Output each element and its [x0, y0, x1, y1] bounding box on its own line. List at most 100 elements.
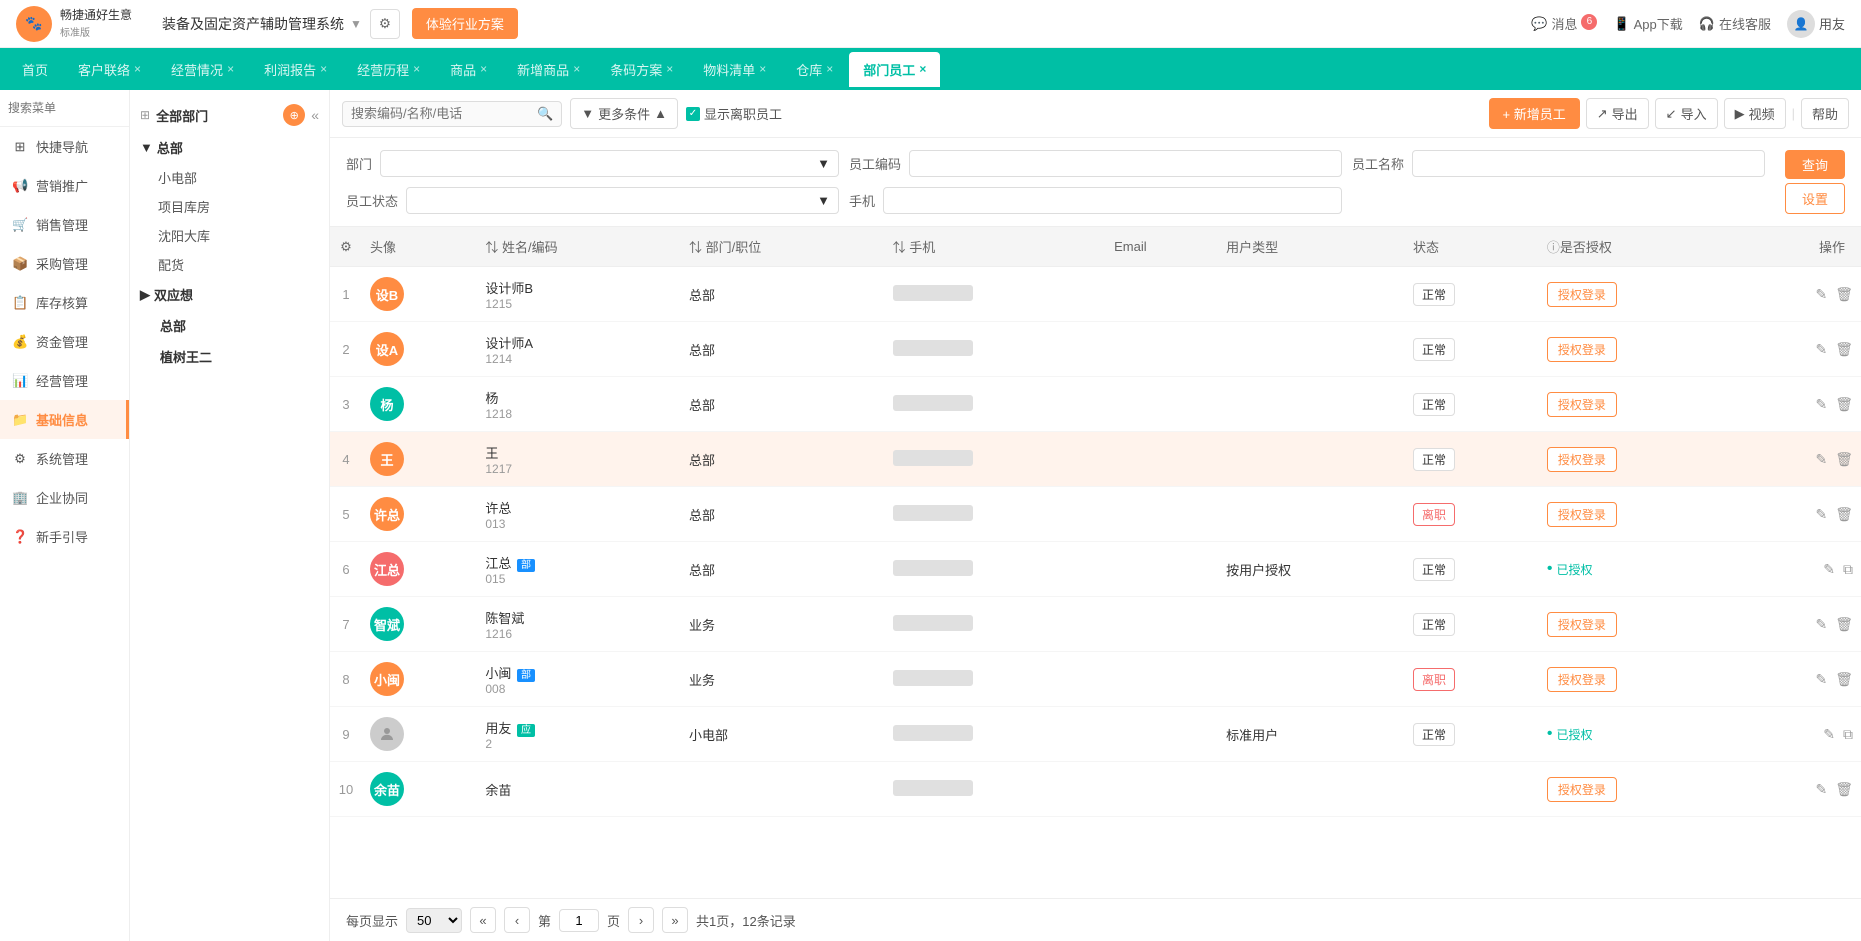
- search-button[interactable]: 查询: [1785, 150, 1845, 179]
- close-icon[interactable]: ×: [413, 62, 420, 76]
- online-service-group[interactable]: 🎧 在线客服: [1699, 14, 1771, 33]
- col-name[interactable]: ⇅ 姓名/编码: [477, 227, 681, 267]
- delete-button[interactable]: 🗑: [1835, 506, 1853, 523]
- tab-new-goods[interactable]: 新增商品 ×: [503, 52, 594, 87]
- sidebar-item-basic-info[interactable]: 📁 基础信息: [0, 400, 129, 439]
- auth-button[interactable]: 授权登录: [1547, 502, 1617, 527]
- message-group[interactable]: 💬 消息 6: [1531, 14, 1597, 33]
- edit-button[interactable]: ✎: [1815, 671, 1827, 688]
- edit-button[interactable]: ✎: [1815, 616, 1827, 633]
- edit-button[interactable]: ✎: [1815, 286, 1827, 303]
- sidebar-item-purchase[interactable]: 📦 采购管理: [0, 244, 129, 283]
- tab-history[interactable]: 经营历程 ×: [343, 52, 434, 87]
- close-icon[interactable]: ×: [666, 62, 673, 76]
- tab-materials[interactable]: 物料清单 ×: [689, 52, 780, 87]
- sidebar-item-quick-nav[interactable]: ⊞ 快捷导航: [0, 127, 129, 166]
- auth-button[interactable]: 授权登录: [1547, 282, 1617, 307]
- set-button[interactable]: 设置: [1785, 183, 1845, 214]
- copy-button[interactable]: ⧉: [1843, 726, 1853, 743]
- tree-child-project[interactable]: 项目库房: [130, 192, 329, 221]
- close-icon[interactable]: ×: [320, 62, 327, 76]
- sidebar-item-system[interactable]: ⚙ 系统管理: [0, 439, 129, 478]
- emp-code-input[interactable]: [909, 150, 1342, 177]
- tab-home[interactable]: 首页: [8, 52, 62, 87]
- copy-button[interactable]: ⧉: [1843, 561, 1853, 578]
- sidebar-item-marketing[interactable]: 📢 营销推广: [0, 166, 129, 205]
- tab-goods[interactable]: 商品 ×: [436, 52, 501, 87]
- import-button[interactable]: ↙ 导入: [1655, 98, 1718, 129]
- filter-button[interactable]: ▼ 更多条件 ▲: [570, 98, 678, 129]
- help-button[interactable]: 帮助: [1801, 98, 1849, 129]
- app-download-group[interactable]: 📱 App下载: [1613, 14, 1682, 33]
- edit-button[interactable]: ✎: [1815, 781, 1827, 798]
- info-icon[interactable]: ⓘ: [1547, 240, 1560, 255]
- sidebar-item-inventory[interactable]: 📋 库存核算: [0, 283, 129, 322]
- close-icon[interactable]: ×: [227, 62, 234, 76]
- search-input[interactable]: [351, 106, 531, 121]
- col-dept[interactable]: ⇅ 部门/职位: [681, 227, 885, 267]
- delete-button[interactable]: 🗑: [1835, 286, 1853, 303]
- tab-employees[interactable]: 部门员工 ×: [849, 52, 940, 87]
- phone-input[interactable]: [883, 187, 1342, 214]
- show-resigned-toggle[interactable]: ✓ 显示离职员工: [686, 104, 782, 123]
- sidebar-item-enterprise[interactable]: 🏢 企业协同: [0, 478, 129, 517]
- close-icon[interactable]: ×: [573, 62, 580, 76]
- delete-button[interactable]: 🗑: [1835, 451, 1853, 468]
- dept-select[interactable]: ▼: [380, 150, 839, 177]
- sidebar-item-operation[interactable]: 📊 经营管理: [0, 361, 129, 400]
- add-employee-button[interactable]: + 新增员工: [1489, 98, 1580, 129]
- sidebar-item-capital[interactable]: 💰 资金管理: [0, 322, 129, 361]
- tree-add-button[interactable]: ⊕: [283, 104, 305, 126]
- tree-collapse-button[interactable]: «: [311, 107, 319, 123]
- trial-button[interactable]: 体验行业方案: [412, 8, 518, 39]
- emp-status-select[interactable]: ▼: [406, 187, 839, 214]
- last-page-button[interactable]: »: [662, 907, 688, 933]
- auth-button[interactable]: 授权登录: [1547, 337, 1617, 362]
- col-settings[interactable]: ⚙: [330, 227, 362, 267]
- delete-button[interactable]: 🗑: [1835, 616, 1853, 633]
- tab-customer[interactable]: 客户联络 ×: [64, 52, 155, 87]
- edit-button[interactable]: ✎: [1815, 341, 1827, 358]
- settings-button[interactable]: ⚙: [370, 9, 400, 39]
- close-icon[interactable]: ×: [759, 62, 766, 76]
- auth-button[interactable]: 授权登录: [1547, 777, 1617, 802]
- close-icon[interactable]: ×: [826, 62, 833, 76]
- delete-button[interactable]: 🗑: [1835, 341, 1853, 358]
- edit-button[interactable]: ✎: [1823, 561, 1835, 578]
- tree-item-double-ideal[interactable]: ▶ 双应想: [130, 279, 329, 310]
- auth-button[interactable]: 授权登录: [1547, 612, 1617, 637]
- first-page-button[interactable]: «: [470, 907, 496, 933]
- close-icon[interactable]: ×: [134, 62, 141, 76]
- video-button[interactable]: ▶ 视频: [1724, 98, 1786, 129]
- emp-name-input[interactable]: [1412, 150, 1765, 177]
- sidebar-search-input[interactable]: [8, 101, 130, 115]
- delete-button[interactable]: 🗑: [1835, 671, 1853, 688]
- tab-warehouse[interactable]: 仓库 ×: [782, 52, 847, 87]
- page-input[interactable]: [559, 909, 599, 932]
- export-button[interactable]: ↗ 导出: [1586, 98, 1649, 129]
- next-page-button[interactable]: ›: [628, 907, 654, 933]
- tab-profit[interactable]: 利润报告 ×: [250, 52, 341, 87]
- tree-item-zongbu[interactable]: 总部: [130, 310, 329, 341]
- prev-page-button[interactable]: ‹: [504, 907, 530, 933]
- delete-button[interactable]: 🗑: [1835, 781, 1853, 798]
- edit-button[interactable]: ✎: [1815, 396, 1827, 413]
- tree-child-shenyang[interactable]: 沈阳大库: [130, 221, 329, 250]
- close-icon[interactable]: ×: [919, 62, 926, 76]
- dropdown-arrow-icon[interactable]: ▼: [350, 17, 362, 31]
- close-icon[interactable]: ×: [480, 62, 487, 76]
- tab-barcode[interactable]: 条码方案 ×: [596, 52, 687, 87]
- edit-button[interactable]: ✎: [1815, 451, 1827, 468]
- col-phone[interactable]: ⇅ 手机: [885, 227, 1107, 267]
- user-area[interactable]: 👤 用友: [1787, 10, 1845, 38]
- auth-button[interactable]: 授权登录: [1547, 447, 1617, 472]
- edit-button[interactable]: ✎: [1823, 726, 1835, 743]
- tree-child-small-elec[interactable]: 小电部: [130, 163, 329, 192]
- sidebar-item-sales[interactable]: 🛒 销售管理: [0, 205, 129, 244]
- tree-child-distribution[interactable]: 配货: [130, 250, 329, 279]
- sidebar-item-guide[interactable]: ❓ 新手引导: [0, 517, 129, 556]
- tree-item-general[interactable]: ▼ 总部: [130, 132, 329, 163]
- tree-item-plant-king[interactable]: 植树王二: [130, 341, 329, 372]
- delete-button[interactable]: 🗑: [1835, 396, 1853, 413]
- per-page-select[interactable]: 50 20 100: [406, 908, 462, 933]
